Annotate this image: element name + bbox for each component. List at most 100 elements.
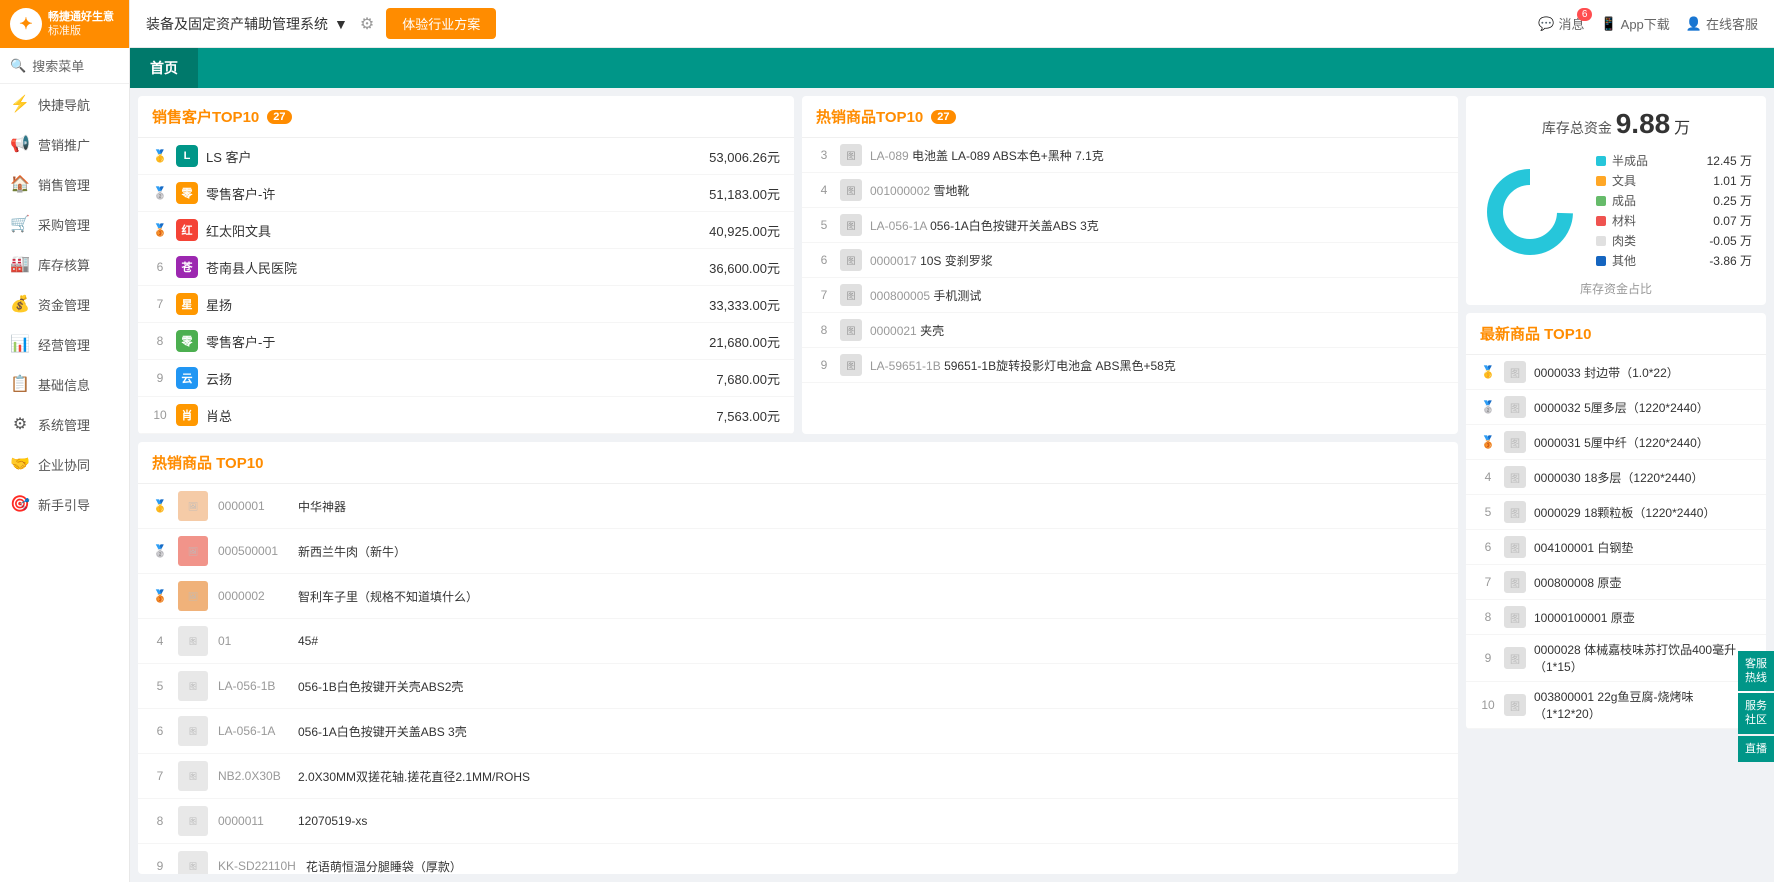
legend-value: 0.07 万: [1713, 212, 1752, 229]
float-btn-live[interactable]: 直播: [1738, 736, 1774, 762]
sidebar-item-newbie[interactable]: 🎯 新手引导: [0, 484, 129, 524]
product-name: 雪地靴: [933, 184, 969, 198]
rank-number: 6: [816, 253, 832, 267]
settings-icon[interactable]: ⚙: [360, 14, 374, 34]
newest-product-row: 🥇 图 0000033 封边带（1.0*22）: [1466, 355, 1766, 390]
sidebar-item-basic-info[interactable]: 📋 基础信息: [0, 364, 129, 404]
product-code: 0000030: [1534, 471, 1581, 485]
product-rank-row: 9 图 LA-59651-1B 59651-1B旋转投影灯电池盒 ABS黑色+5…: [802, 348, 1458, 383]
rank-number: 4: [152, 634, 168, 648]
product-image: 图: [1504, 501, 1526, 523]
online-service-btn[interactable]: 👤 在线客服: [1686, 14, 1758, 33]
experience-btn[interactable]: 体验行业方案: [386, 8, 496, 39]
rank-number: 5: [1480, 505, 1496, 519]
product-name: 原壶: [1611, 611, 1635, 625]
product-image: 🖼: [178, 536, 208, 566]
customer-name: 星扬: [206, 295, 701, 314]
app-download-btn[interactable]: 📱 App下载: [1600, 14, 1669, 33]
newest-product-row: 9 图 0000028 体械嘉枝味苏打饮品400毫升（1*15）: [1466, 635, 1766, 682]
legend-label: 文具: [1612, 172, 1707, 189]
customer-rank-row: 7 星 星扬 33,333.00元: [138, 286, 794, 323]
customer-amount: 21,680.00元: [709, 332, 780, 351]
topbar: 装备及固定资产辅助管理系统 ▼ ⚙ 体验行业方案 💬 消息 6 📱 App下载 …: [130, 0, 1774, 48]
quick-nav-icon: ⚡: [10, 94, 30, 114]
product-code: LA-59651-1B: [870, 359, 941, 373]
inventory-legend: 半成品 12.45 万 文具 1.01 万 成品 0.25 万 材料 0.07 …: [1596, 152, 1752, 272]
legend-item: 成品 0.25 万: [1596, 192, 1752, 209]
customer-top10-body: 🥇 L LS 客户 53,006.26元 🥈 零 零售客户-许 51,183.0…: [138, 138, 794, 434]
inventory-icon: 🏭: [10, 254, 30, 274]
nav-tabs: 首页: [130, 48, 1774, 88]
sidebar-item-purchase[interactable]: 🛒 采购管理: [0, 204, 129, 244]
newest-product-row: 8 图 10000100001 原壶: [1466, 600, 1766, 635]
marketing-icon: 📢: [10, 134, 30, 154]
legend-dot: [1596, 216, 1606, 226]
customer-rank-row: 6 苍 苍南县人民医院 36,600.00元: [138, 249, 794, 286]
legend-item: 其他 -3.86 万: [1596, 252, 1752, 269]
product-name: 电池盖 LA-089 ABS本色+黑种 7.1克: [912, 149, 1104, 163]
product-name: 59651-1B旋转投影灯电池盒 ABS黑色+58克: [944, 359, 1176, 373]
rank-number: 7: [152, 769, 168, 783]
product-code: 0000032: [1534, 401, 1581, 415]
rank-number: 🥇: [1480, 365, 1496, 379]
hot-products-card: 热销商品 TOP10 🥇 🖼 0000001 中华神器 🥈 🖼 00050000…: [138, 442, 1458, 874]
rank-number: 10: [1480, 698, 1496, 712]
sidebar-item-finance[interactable]: 💰 资金管理: [0, 284, 129, 324]
product-image: 图: [840, 179, 862, 201]
legend-item: 半成品 12.45 万: [1596, 152, 1752, 169]
sidebar-item-system[interactable]: ⚙ 系统管理: [0, 404, 129, 444]
product-code: NB2.0X30B: [218, 769, 288, 783]
product-name: 中华神器: [298, 498, 1444, 515]
legend-value: -0.05 万: [1709, 232, 1752, 249]
product-name: 45#: [298, 634, 1444, 648]
customer-avatar: L: [176, 145, 198, 167]
product-name: 056-1B白色按键开关壳ABS2壳: [298, 678, 1444, 695]
customer-rank-row: 🥈 零 零售客户-许 51,183.00元: [138, 175, 794, 212]
rank-number: 7: [152, 297, 168, 311]
legend-value: 1.01 万: [1713, 172, 1752, 189]
product-image: 图: [178, 761, 208, 791]
rank-number: 8: [1480, 610, 1496, 624]
product-code: 10000100001: [1534, 611, 1607, 625]
hot-product-row: 7 图 NB2.0X30B 2.0X30MM双搓花轴.搓花直径2.1MM/ROH…: [138, 754, 1458, 799]
message-btn[interactable]: 💬 消息 6: [1538, 14, 1584, 33]
rank-number: 🥉: [152, 589, 168, 603]
legend-dot: [1596, 236, 1606, 246]
newest-product-row: 5 图 0000029 18颗粒板（1220*2440）: [1466, 495, 1766, 530]
rank-number: 9: [152, 859, 168, 873]
newest-product-row: 7 图 000800008 原壶: [1466, 565, 1766, 600]
sidebar-item-marketing[interactable]: 📢 营销推广: [0, 124, 129, 164]
product-name: 5厘多层（1220*2440）: [1584, 401, 1709, 415]
customer-amount: 7,563.00元: [716, 406, 780, 425]
search-menu[interactable]: 🔍 搜索菜单: [0, 48, 129, 84]
sales-icon: 🏠: [10, 174, 30, 194]
rank-number: 🥈: [152, 186, 168, 200]
tab-home[interactable]: 首页: [130, 48, 198, 88]
middle-column: 销售客户TOP10 27 🥇 L LS 客户 53,006.26元 🥈 零 零售…: [138, 96, 1458, 874]
rank-number: 9: [816, 358, 832, 372]
product-image: 图: [1504, 431, 1526, 453]
dropdown-icon[interactable]: ▼: [334, 16, 348, 32]
sidebar-item-sales[interactable]: 🏠 销售管理: [0, 164, 129, 204]
sidebar-item-inventory[interactable]: 🏭 库存核算: [0, 244, 129, 284]
legend-dot: [1596, 156, 1606, 166]
hot-product-row: 🥇 🖼 0000001 中华神器: [138, 484, 1458, 529]
float-btn-community[interactable]: 服务社区: [1738, 693, 1774, 734]
product-image: 图: [178, 671, 208, 701]
product-name: 新西兰牛肉（新牛）: [298, 543, 1444, 560]
sidebar-item-quick-nav[interactable]: ⚡ 快捷导航: [0, 84, 129, 124]
legend-dot: [1596, 256, 1606, 266]
product-code: 0000033: [1534, 366, 1581, 380]
basic-info-icon: 📋: [10, 374, 30, 394]
sidebar-item-operations[interactable]: 📊 经营管理: [0, 324, 129, 364]
finance-icon: 💰: [10, 294, 30, 314]
product-code: 000800008: [1534, 576, 1594, 590]
customer-name: 零售客户-许: [206, 184, 701, 203]
float-btn-service[interactable]: 客服热线: [1738, 651, 1774, 692]
product-image: 图: [840, 144, 862, 166]
product-top10-card: 热销商品TOP10 27 3 图 LA-089 电池盖 LA-089 ABS本色…: [802, 96, 1458, 434]
product-name: 056-1A白色按键开关盖ABS 3壳: [298, 723, 1444, 740]
newest-product-row: 4 图 0000030 18多层（1220*2440）: [1466, 460, 1766, 495]
newest-products-header: 最新商品 TOP10: [1466, 313, 1766, 355]
sidebar-item-enterprise[interactable]: 🤝 企业协同: [0, 444, 129, 484]
